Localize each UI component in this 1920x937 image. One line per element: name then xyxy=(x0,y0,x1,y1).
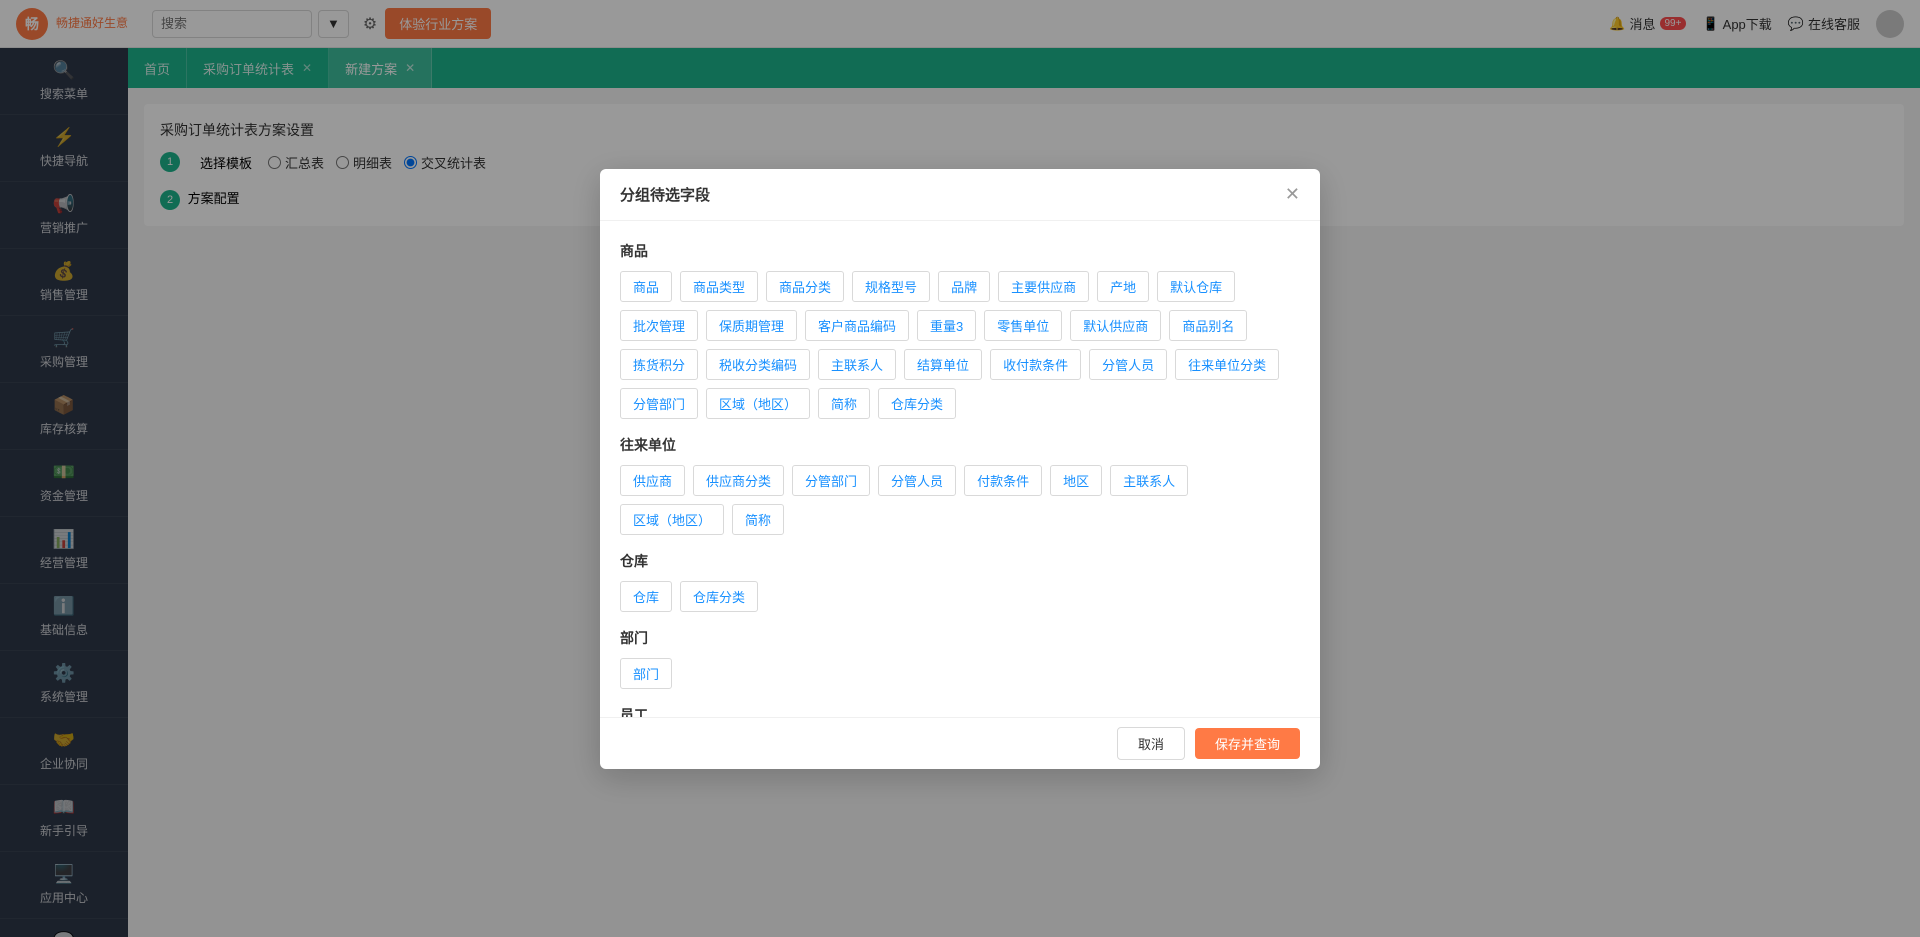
field-tag-0-12[interactable]: 零售单位 xyxy=(984,310,1062,341)
section-title-4: 员工 xyxy=(620,705,1300,717)
modal-close-button[interactable]: ✕ xyxy=(1285,184,1300,205)
section-title-2: 仓库 xyxy=(620,551,1300,571)
field-tag-0-1[interactable]: 商品类型 xyxy=(680,271,758,302)
field-tag-1-0[interactable]: 供应商 xyxy=(620,465,685,496)
field-tag-0-21[interactable]: 往来单位分类 xyxy=(1175,349,1279,380)
field-tag-1-8[interactable]: 简称 xyxy=(732,504,784,535)
field-tag-0-23[interactable]: 区域（地区） xyxy=(706,388,810,419)
field-tag-0-0[interactable]: 商品 xyxy=(620,271,672,302)
field-grid-1: 供应商供应商分类分管部门分管人员付款条件地区主联系人区域（地区） 简称 xyxy=(620,465,1300,535)
field-tag-0-14[interactable]: 商品别名 xyxy=(1169,310,1247,341)
field-tag-1-6[interactable]: 主联系人 xyxy=(1110,465,1188,496)
field-tag-0-6[interactable]: 产地 xyxy=(1097,271,1149,302)
field-tag-0-11[interactable]: 重量3 xyxy=(917,310,976,341)
field-tag-1-2[interactable]: 分管部门 xyxy=(792,465,870,496)
section-title-3: 部门 xyxy=(620,628,1300,648)
modal-footer: 取消 保存并查询 xyxy=(600,717,1320,769)
field-tag-0-19[interactable]: 收付款条件 xyxy=(990,349,1081,380)
field-tag-1-7[interactable]: 区域（地区） xyxy=(620,504,724,535)
field-grid-2: 仓库仓库分类 xyxy=(620,581,1300,612)
field-tag-0-22[interactable]: 分管部门 xyxy=(620,388,698,419)
field-tag-0-3[interactable]: 规格型号 xyxy=(852,271,930,302)
modal-body: 商品商品商品类型商品分类规格型号品牌主要供应商产地默认仓库批次管理保质期管理客户… xyxy=(600,221,1320,717)
field-tag-0-7[interactable]: 默认仓库 xyxy=(1157,271,1235,302)
field-tag-0-8[interactable]: 批次管理 xyxy=(620,310,698,341)
field-tag-0-4[interactable]: 品牌 xyxy=(938,271,990,302)
section-title-1: 往来单位 xyxy=(620,435,1300,455)
field-tag-0-9[interactable]: 保质期管理 xyxy=(706,310,797,341)
field-tag-1-3[interactable]: 分管人员 xyxy=(878,465,956,496)
section-title-0: 商品 xyxy=(620,241,1300,261)
field-tag-0-18[interactable]: 结算单位 xyxy=(904,349,982,380)
field-grid-0: 商品商品类型商品分类规格型号品牌主要供应商产地默认仓库批次管理保质期管理客户商品… xyxy=(620,271,1300,419)
field-tag-0-15[interactable]: 拣货积分 xyxy=(620,349,698,380)
field-tag-1-5[interactable]: 地区 xyxy=(1050,465,1102,496)
field-grid-3: 部门 xyxy=(620,658,1300,689)
modal-title: 分组待选字段 xyxy=(620,184,1285,205)
cancel-button[interactable]: 取消 xyxy=(1117,727,1185,760)
field-tag-1-4[interactable]: 付款条件 xyxy=(964,465,1042,496)
field-tag-0-24[interactable]: 简称 xyxy=(818,388,870,419)
field-tag-0-17[interactable]: 主联系人 xyxy=(818,349,896,380)
field-tag-0-16[interactable]: 税收分类编码 xyxy=(706,349,810,380)
field-tag-0-13[interactable]: 默认供应商 xyxy=(1070,310,1161,341)
field-tag-0-20[interactable]: 分管人员 xyxy=(1089,349,1167,380)
field-tag-0-5[interactable]: 主要供应商 xyxy=(998,271,1089,302)
field-tag-0-10[interactable]: 客户商品编码 xyxy=(805,310,909,341)
modal-header: 分组待选字段 ✕ xyxy=(600,169,1320,221)
field-tag-2-0[interactable]: 仓库 xyxy=(620,581,672,612)
field-tag-1-1[interactable]: 供应商分类 xyxy=(693,465,784,496)
field-tag-3-0[interactable]: 部门 xyxy=(620,658,672,689)
field-tag-0-2[interactable]: 商品分类 xyxy=(766,271,844,302)
field-tag-0-25[interactable]: 仓库分类 xyxy=(878,388,956,419)
field-select-modal: 分组待选字段 ✕ 商品商品商品类型商品分类规格型号品牌主要供应商产地默认仓库批次… xyxy=(600,169,1320,769)
confirm-button[interactable]: 保存并查询 xyxy=(1195,728,1300,759)
field-tag-2-1[interactable]: 仓库分类 xyxy=(680,581,758,612)
